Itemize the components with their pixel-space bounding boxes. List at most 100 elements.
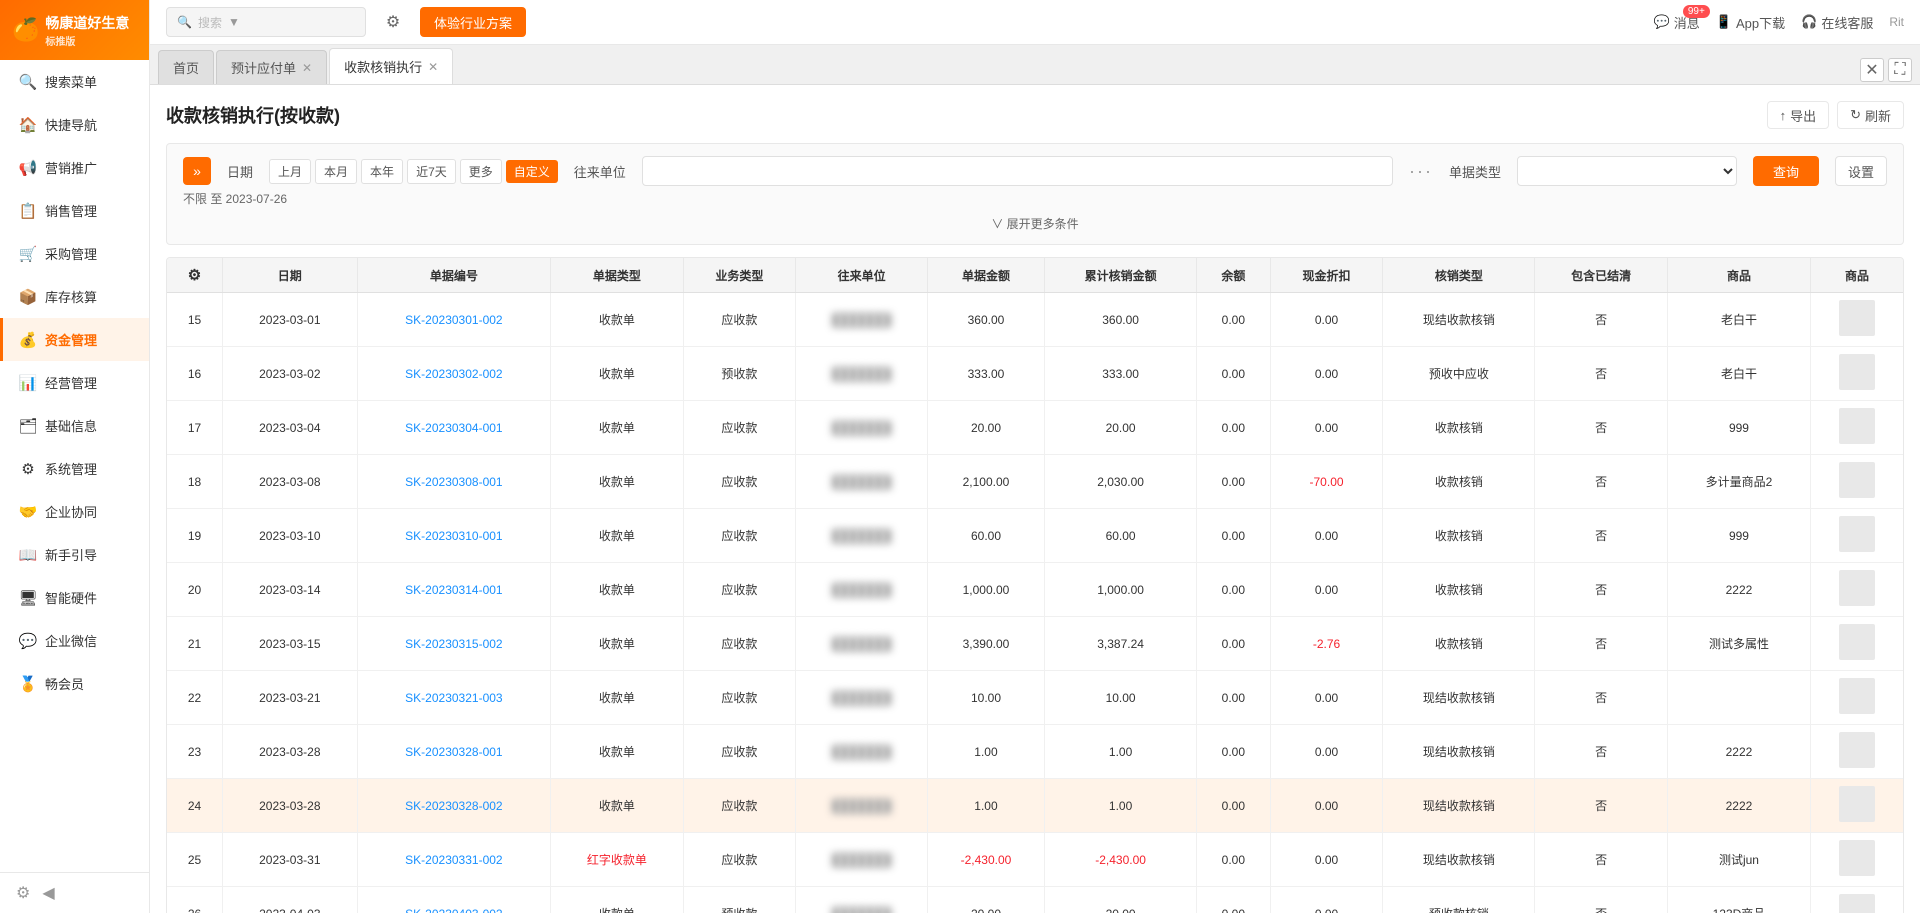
row-no: 25	[167, 833, 222, 887]
row-bill-type: 收款单	[551, 563, 683, 617]
goods-thumbnail	[1839, 516, 1875, 552]
col-header-8: 余额	[1197, 258, 1271, 293]
row-biz-type: 应收款	[683, 455, 796, 509]
sidebar-label-purchase: 采购管理	[45, 244, 97, 263]
row-no: 18	[167, 455, 222, 509]
bill-code-link[interactable]: SK-20230328-001	[405, 745, 502, 759]
sidebar-label-marketing: 营销推广	[45, 158, 97, 177]
filter-expand-row: ∨ 展开更多条件	[183, 215, 1887, 232]
date-btn-last-month[interactable]: 上月	[269, 159, 311, 184]
bill-code-link[interactable]: SK-20230321-003	[405, 691, 502, 705]
bill-code-link[interactable]: SK-20230403-002	[405, 907, 502, 913]
settings-col-icon[interactable]: ⚙	[188, 267, 201, 284]
type-select[interactable]	[1517, 156, 1737, 186]
tab-home[interactable]: 首页	[158, 50, 214, 84]
sidebar-item-marketing[interactable]: 📢 营销推广	[0, 146, 149, 189]
row-bill-type: 收款单	[551, 347, 683, 401]
sidebar-item-purchase[interactable]: 🛒 采购管理	[0, 232, 149, 275]
user-name[interactable]: Rit	[1889, 15, 1904, 29]
bill-code-link[interactable]: SK-20230314-001	[405, 583, 502, 597]
row-biz-type: 应收款	[683, 563, 796, 617]
row-amount: 60.00	[927, 509, 1044, 563]
bill-code-link[interactable]: SK-20230302-002	[405, 367, 502, 381]
sidebar-item-guide[interactable]: 📖 新手引导	[0, 533, 149, 576]
bill-code-link[interactable]: SK-20230310-001	[405, 529, 502, 543]
online-service-button[interactable]: 🎧 在线客服	[1801, 13, 1873, 32]
close-tab-icon[interactable]: ✕	[1860, 58, 1884, 82]
sidebar-item-sales[interactable]: 📋 销售管理	[0, 189, 149, 232]
bill-code-link[interactable]: SK-20230315-002	[405, 637, 502, 651]
tab-close-collection[interactable]: ✕	[428, 60, 438, 74]
export-button[interactable]: ↑ 导出	[1767, 101, 1830, 129]
date-btn-this-month[interactable]: 本月	[315, 159, 357, 184]
date-btn-more[interactable]: 更多	[460, 159, 502, 184]
row-code[interactable]: SK-20230310-001	[357, 509, 551, 563]
sidebar-item-system[interactable]: ⚙ 系统管理	[0, 447, 149, 490]
row-code[interactable]: SK-20230314-001	[357, 563, 551, 617]
row-amount: 1.00	[927, 725, 1044, 779]
row-discount: 0.00	[1270, 401, 1383, 455]
sidebar-item-base[interactable]: 🗂 基础信息	[0, 404, 149, 447]
bill-code-link[interactable]: SK-20230331-002	[405, 853, 502, 867]
row-code[interactable]: SK-20230328-002	[357, 779, 551, 833]
tab-collection[interactable]: 收款核销执行✕	[329, 48, 453, 84]
sidebar-item-member[interactable]: 🏅 畅会员	[0, 662, 149, 705]
refresh-button[interactable]: ↻ 刷新	[1837, 101, 1904, 129]
collapse-icon[interactable]: ◀	[42, 883, 54, 903]
bill-code-link[interactable]: SK-20230304-001	[405, 421, 502, 435]
expand-more-button[interactable]: ∨ 展开更多条件	[991, 215, 1078, 232]
row-code[interactable]: SK-20230321-003	[357, 671, 551, 725]
row-discount: -2.76	[1270, 617, 1383, 671]
goods-thumbnail	[1839, 624, 1875, 660]
solution-button[interactable]: 体验行业方案	[420, 7, 526, 37]
row-date: 2023-03-01	[222, 293, 357, 347]
row-code[interactable]: SK-20230331-002	[357, 833, 551, 887]
messages-button[interactable]: 💬 消息 99+	[1654, 13, 1700, 32]
tab-prepay[interactable]: 预计应付单✕	[216, 50, 327, 84]
partner-value: ███████	[832, 367, 892, 381]
row-code[interactable]: SK-20230302-002	[357, 347, 551, 401]
date-custom-button[interactable]: 自定义	[506, 160, 558, 183]
expand-tabs-icon[interactable]: ⛶	[1888, 58, 1912, 82]
topbar-search[interactable]: 🔍 搜索 ▼	[166, 7, 366, 37]
tab-close-prepay[interactable]: ✕	[302, 61, 312, 75]
sidebar-item-corp[interactable]: 🤝 企业协同	[0, 490, 149, 533]
sidebar-item-search[interactable]: 🔍 搜索菜单	[0, 60, 149, 103]
sidebar-item-inventory[interactable]: 📦 库存核算	[0, 275, 149, 318]
partner-input[interactable]	[642, 156, 1393, 186]
headset-icon: 🎧	[1801, 14, 1817, 30]
row-thumb	[1811, 779, 1903, 833]
row-biz-type: 预收款	[683, 347, 796, 401]
row-code[interactable]: SK-20230315-002	[357, 617, 551, 671]
sidebar-item-hardware[interactable]: 🖥 智能硬件	[0, 576, 149, 619]
col-header-3: 单据类型	[551, 258, 683, 293]
sidebar-item-weixin[interactable]: 💬 企业微信	[0, 619, 149, 662]
gear-icon[interactable]: ⚙	[378, 7, 408, 37]
row-code[interactable]: SK-20230403-002	[357, 887, 551, 913]
logo-sub: 标推版	[45, 33, 129, 48]
bill-code-link[interactable]: SK-20230308-001	[405, 475, 502, 489]
row-bill-type: 收款单	[551, 725, 683, 779]
row-code[interactable]: SK-20230304-001	[357, 401, 551, 455]
setting-button[interactable]: 设置	[1835, 156, 1887, 186]
query-button[interactable]: 查询	[1753, 156, 1819, 186]
row-code[interactable]: SK-20230328-001	[357, 725, 551, 779]
date-btn-7days[interactable]: 近7天	[407, 159, 456, 184]
row-verify-type: 现结收款核销	[1383, 671, 1535, 725]
filter-expand-button[interactable]: »	[183, 157, 211, 185]
settings-icon[interactable]: ⚙	[16, 883, 30, 903]
app-download-button[interactable]: 📱 App下载	[1716, 13, 1785, 32]
bill-code-link[interactable]: SK-20230328-002	[405, 799, 502, 813]
sidebar-item-operation[interactable]: 📊 经营管理	[0, 361, 149, 404]
row-date: 2023-03-08	[222, 455, 357, 509]
sidebar-icon-operation: 📊	[19, 374, 37, 392]
row-code[interactable]: SK-20230308-001	[357, 455, 551, 509]
sidebar-item-nav[interactable]: 🏠 快捷导航	[0, 103, 149, 146]
date-btn-this-year[interactable]: 本年	[361, 159, 403, 184]
row-code[interactable]: SK-20230301-002	[357, 293, 551, 347]
sidebar-item-finance[interactable]: 💰 资金管理	[0, 318, 149, 361]
col-header-12: 商品	[1667, 258, 1810, 293]
bill-code-link[interactable]: SK-20230301-002	[405, 313, 502, 327]
row-balance: 0.00	[1197, 455, 1271, 509]
type-label: 单据类型	[1449, 162, 1501, 181]
